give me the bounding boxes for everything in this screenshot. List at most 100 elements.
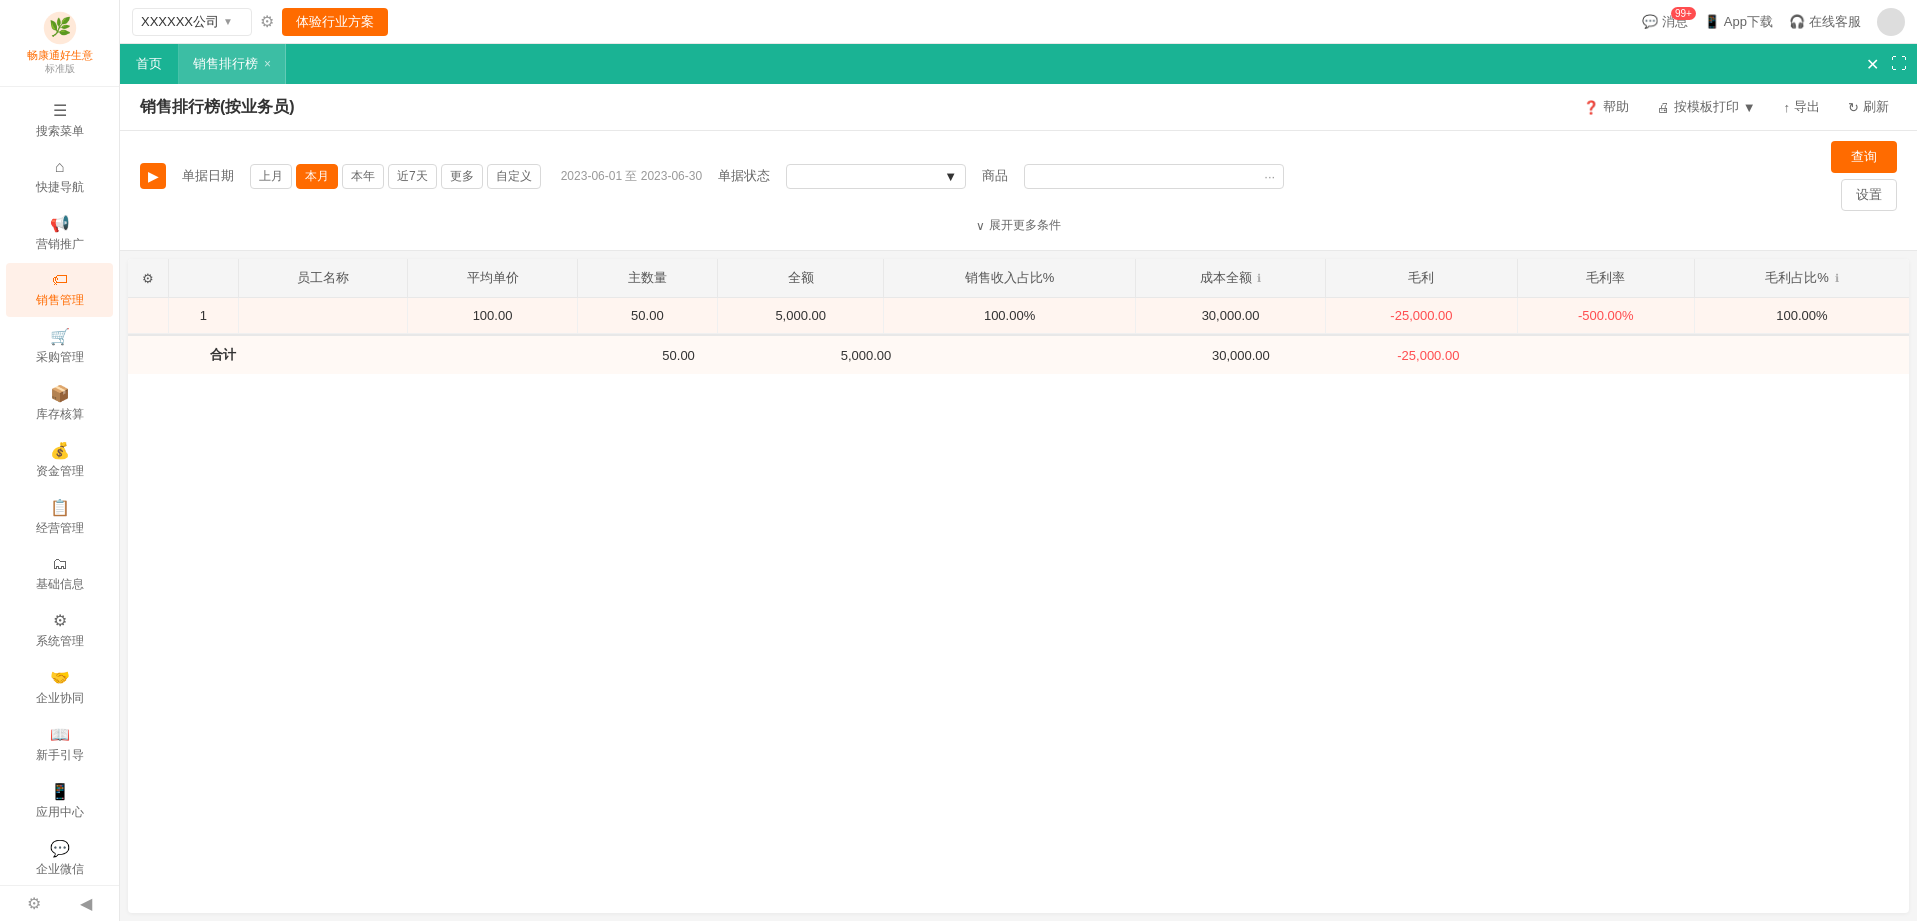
sidebar-label-purchase: 采购管理	[36, 349, 84, 366]
goods-more-icon[interactable]: ···	[1264, 169, 1275, 184]
gross-pct-hint-icon[interactable]: ℹ	[1835, 272, 1839, 284]
sidebar-item-sales[interactable]: 🏷销售管理	[6, 263, 113, 317]
sidebar-label-enterprise: 企业协同	[36, 690, 84, 707]
date-tab-last-month[interactable]: 上月	[250, 164, 292, 189]
sidebar-icon-finance: 💰	[50, 441, 70, 460]
status-select[interactable]: ▼	[786, 164, 966, 189]
main-area: XXXXXX公司 ▼ ⚙ 体验行业方案 💬 消息 99+ 📱 App下载 🎧 在…	[120, 0, 1917, 921]
online-service-label: 在线客服	[1809, 13, 1861, 31]
headset-icon: 🎧	[1789, 14, 1805, 29]
print-icon: 🖨	[1657, 100, 1670, 115]
company-name: XXXXXX公司	[141, 13, 219, 31]
query-button[interactable]: 查询	[1831, 141, 1897, 173]
sidebar-item-purchase[interactable]: 🛒采购管理	[6, 319, 113, 374]
row-amount: 5,000.00	[718, 298, 884, 334]
date-tab-custom[interactable]: 自定义	[487, 164, 541, 189]
sidebar-item-app-center[interactable]: 📱应用中心	[6, 774, 113, 829]
export-button[interactable]: ↑ 导出	[1776, 94, 1829, 120]
app-logo-icon: 🌿	[42, 10, 78, 46]
trial-button[interactable]: 体验行业方案	[282, 8, 388, 36]
refresh-icon: ↻	[1848, 100, 1859, 115]
company-selector[interactable]: XXXXXX公司 ▼	[132, 8, 252, 36]
logo-area: 🌿 畅康通好生意 标准版	[0, 0, 119, 87]
home-tab-label: 首页	[136, 55, 162, 73]
sidebar-label-operations: 经营管理	[36, 520, 84, 537]
date-tab-this-year[interactable]: 本年	[342, 164, 384, 189]
sidebar: 🌿 畅康通好生意 标准版 ☰搜索菜单⌂快捷导航📢营销推广🏷销售管理🛒采购管理📦库…	[0, 0, 120, 921]
row-gross-rate: -500.00%	[1517, 298, 1694, 334]
sidebar-label-inventory: 库存核算	[36, 406, 84, 423]
tab-fullscreen-icon[interactable]: ⛶	[1891, 55, 1907, 73]
help-icon: ❓	[1583, 100, 1599, 115]
message-badge: 99+	[1671, 7, 1696, 20]
total-gross: -25,000.00	[1335, 348, 1522, 363]
sidebar-item-wechat[interactable]: 💬 企业微信	[6, 831, 113, 885]
data-table-container: ⚙ 员工名称 平均单价 主数量 全额 销售收入占比% 成本全额 ℹ 毛利 毛利率…	[128, 259, 1909, 913]
sidebar-item-enterprise[interactable]: 🤝企业协同	[6, 660, 113, 715]
svg-text:🌿: 🌿	[49, 16, 72, 38]
col-quantity: 主数量	[577, 259, 718, 298]
sidebar-item-system[interactable]: ⚙系统管理	[6, 603, 113, 658]
message-item[interactable]: 💬 消息 99+	[1642, 13, 1688, 31]
online-service-item[interactable]: 🎧 在线客服	[1789, 13, 1861, 31]
sidebar-item-basic-info[interactable]: 🗂基础信息	[6, 547, 113, 601]
sidebar-footer: ⚙ ◀	[0, 885, 119, 921]
sidebar-label-marketing: 营销推广	[36, 236, 84, 253]
filter-toggle-btn[interactable]: ▶	[140, 163, 166, 189]
sidebar-label-wechat: 企业微信	[36, 861, 84, 878]
sidebar-icon-sales: 🏷	[52, 271, 68, 289]
tab-sales-ranking[interactable]: 销售排行榜 ×	[179, 44, 286, 84]
col-sales-pct: 销售收入占比%	[884, 259, 1136, 298]
print-button[interactable]: 🖨 按模板打印 ▼	[1649, 94, 1764, 120]
sidebar-label-app-center: 应用中心	[36, 804, 84, 821]
col-amount: 全额	[718, 259, 884, 298]
tab-active-label: 销售排行榜	[193, 55, 258, 73]
sidebar-settings-icon[interactable]: ⚙	[27, 894, 41, 913]
date-tab-this-month[interactable]: 本月	[296, 164, 338, 189]
page-title: 销售排行榜(按业务员)	[140, 97, 295, 118]
col-gross-rate: 毛利率	[1517, 259, 1694, 298]
sidebar-item-inventory[interactable]: 📦库存核算	[6, 376, 113, 431]
page-header: 销售排行榜(按业务员) ❓ 帮助 🖨 按模板打印 ▼ ↑ 导出 ↻ 刷新	[120, 84, 1917, 131]
sidebar-item-operations[interactable]: 📋经营管理	[6, 490, 113, 545]
row-cost: 30,000.00	[1135, 298, 1325, 334]
topbar-settings-icon[interactable]: ⚙	[260, 12, 274, 31]
date-tab-more[interactable]: 更多	[441, 164, 483, 189]
tab-bar: 首页 销售排行榜 × ✕ ⛶	[120, 44, 1917, 84]
sidebar-label-guide: 新手引导	[36, 747, 84, 764]
filter-buttons: 查询 设置	[1831, 141, 1897, 211]
tab-close-icon[interactable]: ×	[264, 57, 271, 71]
sidebar-icon-wechat: 💬	[50, 839, 70, 858]
avatar[interactable]	[1877, 8, 1905, 36]
sidebar-label-finance: 资金管理	[36, 463, 84, 480]
sidebar-collapse-icon[interactable]: ◀	[80, 894, 92, 913]
help-button[interactable]: ❓ 帮助	[1575, 94, 1637, 120]
refresh-button[interactable]: ↻ 刷新	[1840, 94, 1897, 120]
sidebar-item-guide[interactable]: 📖新手引导	[6, 717, 113, 772]
logo-text: 畅康通好生意	[27, 48, 93, 62]
date-tab-7days[interactable]: 近7天	[388, 164, 437, 189]
sidebar-item-finance[interactable]: 💰 资金管理	[6, 433, 113, 488]
sidebar-item-quick-nav[interactable]: ⌂快捷导航	[6, 150, 113, 204]
cost-hint-icon[interactable]: ℹ	[1257, 272, 1261, 284]
app-download-item[interactable]: 📱 App下载	[1704, 13, 1773, 31]
tab-home[interactable]: 首页	[120, 44, 179, 84]
col-settings[interactable]: ⚙	[128, 259, 168, 298]
settings-small-button[interactable]: 设置	[1841, 179, 1897, 211]
app-download-icon: 📱	[1704, 14, 1720, 29]
filter-row: ▶ 单据日期 上月 本月 本年 近7天 更多 自定义 2023-06-01 至 …	[140, 141, 1897, 211]
app-download-label: App下载	[1724, 13, 1773, 31]
data-table: ⚙ 员工名称 平均单价 主数量 全额 销售收入占比% 成本全额 ℹ 毛利 毛利率…	[128, 259, 1909, 334]
sidebar-item-search-order[interactable]: ☰搜索菜单	[6, 93, 113, 148]
tab-bar-right: ✕ ⛶	[1856, 44, 1917, 84]
row-settings[interactable]	[128, 298, 168, 334]
row-name	[239, 298, 408, 334]
col-gross-pct: 毛利占比% ℹ	[1694, 259, 1909, 298]
tab-window-close-icon[interactable]: ✕	[1866, 55, 1879, 74]
col-rank	[168, 259, 239, 298]
sidebar-label-quick-nav: 快捷导航	[36, 179, 84, 196]
export-icon: ↑	[1784, 100, 1791, 115]
expand-more-bar[interactable]: ∨ 展开更多条件	[140, 211, 1897, 240]
sidebar-item-marketing[interactable]: 📢营销推广	[6, 206, 113, 261]
goods-input[interactable]: ···	[1024, 164, 1284, 189]
